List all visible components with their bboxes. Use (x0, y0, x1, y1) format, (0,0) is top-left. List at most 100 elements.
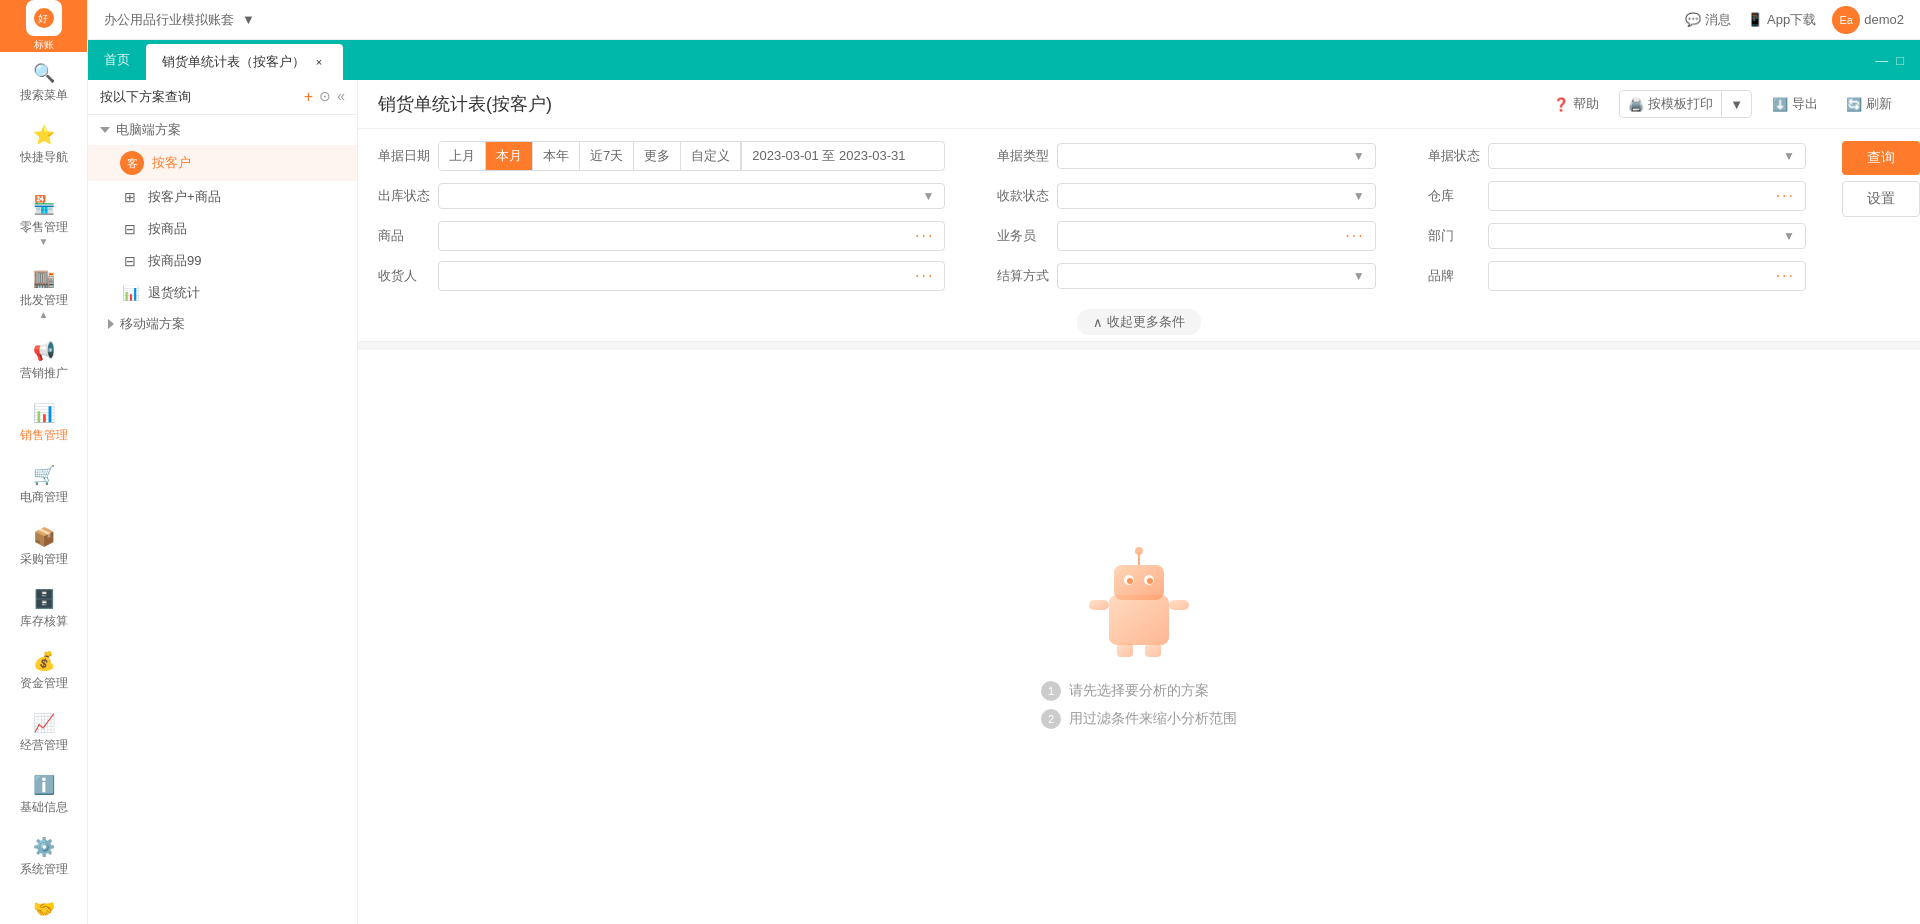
svg-point-9 (1135, 547, 1143, 555)
scheme-item-return-stats[interactable]: 📊 退货统计 (88, 277, 357, 309)
collapse-up-icon: ∧ (1093, 315, 1103, 330)
avatar: Ea (1832, 6, 1860, 34)
warehouse-label: 仓库 (1428, 187, 1488, 205)
window-min-icon[interactable]: — (1875, 53, 1888, 68)
help-button[interactable]: ❓ 帮助 (1545, 91, 1607, 117)
doc-type-input[interactable]: ▼ (1057, 143, 1375, 169)
refresh-button[interactable]: 🔄 刷新 (1838, 91, 1900, 117)
app-download-label: App下载 (1767, 11, 1816, 29)
tab-sales-stats[interactable]: 销货单统计表（按客户） × (146, 44, 343, 80)
query-button[interactable]: 查询 (1842, 141, 1920, 175)
operations-icon: 📈 (33, 712, 55, 734)
empty-step-1: 1 请先选择要分析的方案 (1041, 681, 1237, 701)
industry-dropdown[interactable]: ▼ (242, 12, 255, 27)
print-dropdown-button[interactable]: ▼ (1722, 93, 1751, 116)
settings-button[interactable]: 设置 (1842, 181, 1920, 217)
collection-status-input[interactable]: ▼ (1057, 183, 1375, 209)
search-icon: 🔍 (33, 62, 55, 84)
scheme-collapse-button[interactable]: « (337, 88, 345, 106)
date-picker[interactable]: 上月 本月 本年 近7天 更多 自定义 2023-03-01 至 2023-03… (438, 141, 945, 171)
sidebar-item-ecommerce[interactable]: 🛒 电商管理 (0, 454, 88, 516)
date-btn-this-year[interactable]: 本年 (533, 142, 580, 170)
tab-home[interactable]: 首页 (88, 40, 146, 80)
scheme-add-button[interactable]: + (304, 88, 313, 106)
empty-steps: 1 请先选择要分析的方案 2 用过滤条件来缩小分析范围 (1041, 681, 1237, 729)
sidebar-item-enterprise[interactable]: 🤝 企业协同 (0, 888, 88, 924)
sidebar-item-system[interactable]: ⚙️ 系统管理 (0, 826, 88, 888)
date-btn-this-month[interactable]: 本月 (486, 142, 533, 170)
sidebar-item-search[interactable]: 🔍 搜索菜单 (0, 52, 88, 114)
scheme-by-goods99-label: 按商品99 (148, 252, 201, 270)
department-arrow-icon: ▼ (1783, 229, 1795, 243)
sidebar-item-operations[interactable]: 📈 经营管理 (0, 702, 88, 764)
sidebar-item-marketing[interactable]: 📢 营销推广 (0, 330, 88, 392)
sidebar-finance-label: 资金管理 (20, 675, 68, 692)
doc-status-input[interactable]: ▼ (1488, 143, 1806, 169)
sidebar-item-purchase[interactable]: 📦 采购管理 (0, 516, 88, 578)
sidebar-item-inventory[interactable]: 🗄️ 库存核算 (0, 578, 88, 640)
svg-rect-12 (1117, 643, 1133, 657)
out-status-label: 出库状态 (378, 187, 438, 205)
enterprise-icon: 🤝 (33, 898, 55, 920)
print-icon: 🖨️ (1628, 97, 1644, 112)
filter-row-3: 商品 ··· 业务员 ··· (378, 221, 1806, 251)
doc-type-arrow-icon: ▼ (1353, 149, 1365, 163)
print-button[interactable]: 🖨️ 按模板打印 (1620, 91, 1722, 117)
mobile-triangle-icon (108, 319, 114, 329)
scheme-item-by-customer[interactable]: 客 按客户 (88, 145, 357, 181)
print-label: 按模板打印 (1648, 95, 1713, 113)
sidebar-item-basic[interactable]: ℹ️ 基础信息 (0, 764, 88, 826)
sidebar-item-quicknav[interactable]: ⭐ 快捷导航 (0, 114, 88, 176)
scheme-header-label: 按以下方案查询 (100, 88, 191, 106)
filter-item-collection-status: 收款状态 ▼ (997, 183, 1375, 209)
scheme-desktop-title[interactable]: 电脑端方案 (88, 115, 357, 145)
empty-state-icon (1079, 545, 1199, 665)
scheme-mobile-title[interactable]: 移动端方案 (88, 309, 357, 339)
user-avatar-area[interactable]: Ea demo2 (1832, 6, 1904, 34)
scheme-group-desktop: 电脑端方案 客 按客户 ⊞ 按客户+商品 ⊟ 按商品 (88, 115, 357, 309)
collapse-button[interactable]: ∧ 收起更多条件 (1077, 309, 1201, 335)
payment-arrow-icon: ▼ (1353, 269, 1365, 283)
scheme-item-by-goods99[interactable]: ⊟ 按商品99 (88, 245, 357, 277)
scheme-return-stats-label: 退货统计 (148, 284, 200, 302)
payment-method-input[interactable]: ▼ (1057, 263, 1375, 289)
filter-row-2: 出库状态 ▼ 收款状态 ▼ (378, 181, 1806, 211)
date-btn-7days[interactable]: 近7天 (580, 142, 634, 170)
filter-fields: 单据日期 上月 本月 本年 近7天 更多 自定义 2023-03-01 至 20… (358, 129, 1826, 303)
scheme-panel: 按以下方案查询 + ⊙ « 电脑端方案 客 按客户 (88, 80, 358, 924)
warehouse-input[interactable]: ··· (1488, 181, 1806, 211)
goods-input[interactable]: ··· (438, 221, 945, 251)
sidebar-item-wholesale[interactable]: 🏬 批发管理 ▲ (0, 257, 88, 330)
filter-row-1: 单据日期 上月 本月 本年 近7天 更多 自定义 2023-03-01 至 20… (378, 141, 1806, 171)
scheme-settings-button[interactable]: ⊙ (319, 88, 331, 106)
export-label: 导出 (1792, 95, 1818, 113)
scheme-by-customer-goods-label: 按客户+商品 (148, 188, 221, 206)
action-buttons: 查询 设置 (1826, 129, 1920, 303)
scheme-item-by-goods[interactable]: ⊟ 按商品 (88, 213, 357, 245)
tab-close-button[interactable]: × (311, 54, 327, 70)
salesperson-input[interactable]: ··· (1057, 221, 1375, 251)
window-max-icon[interactable]: □ (1896, 53, 1904, 68)
scheme-item-by-customer-goods[interactable]: ⊞ 按客户+商品 (88, 181, 357, 213)
filter-item-salesperson: 业务员 ··· (997, 221, 1375, 251)
sidebar-item-retail[interactable]: 🏪 零售管理 ▼ (0, 184, 88, 257)
brand-dots-icon: ··· (1776, 267, 1795, 285)
filter-item-doc-status: 单据状态 ▼ (1428, 143, 1806, 169)
svg-rect-10 (1089, 600, 1109, 610)
department-input[interactable]: ▼ (1488, 223, 1806, 249)
message-button[interactable]: 💬 消息 (1685, 11, 1731, 29)
message-label: 消息 (1705, 11, 1731, 29)
svg-point-7 (1147, 578, 1153, 584)
sidebar-item-finance[interactable]: 💰 资金管理 (0, 640, 88, 702)
app-download-button[interactable]: 📱 App下载 (1747, 11, 1816, 29)
sidebar-item-sales[interactable]: 📊 销售管理 (0, 392, 88, 454)
export-button[interactable]: ⬇️ 导出 (1764, 91, 1826, 117)
date-btn-custom[interactable]: 自定义 (681, 142, 741, 170)
scheme-header: 按以下方案查询 + ⊙ « (88, 80, 357, 115)
receiver-input[interactable]: ··· (438, 261, 945, 291)
date-btn-more[interactable]: 更多 (634, 142, 681, 170)
filter-item-payment: 结算方式 ▼ (997, 263, 1375, 289)
brand-input[interactable]: ··· (1488, 261, 1806, 291)
out-status-input[interactable]: ▼ (438, 183, 945, 209)
date-btn-prev-month[interactable]: 上月 (439, 142, 486, 170)
